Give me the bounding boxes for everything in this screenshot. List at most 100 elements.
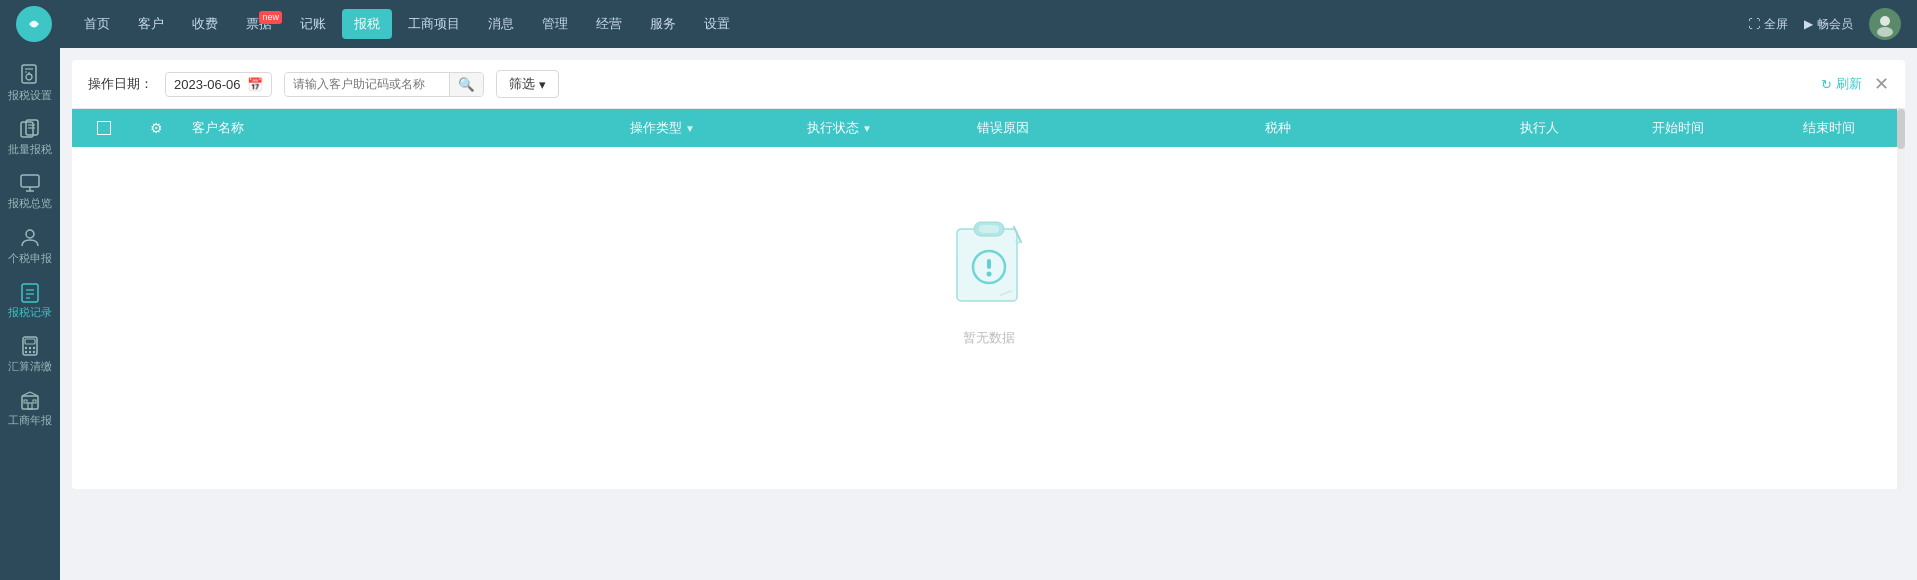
nav-item-customer[interactable]: 客户 <box>126 9 176 39</box>
sidebar-item-tax-record[interactable]: 报税记录 <box>0 273 60 327</box>
svg-point-5 <box>26 74 32 80</box>
th-checkbox <box>72 109 136 147</box>
nav-items: 首页客户收费票据new记账报税工商项目消息管理经营服务设置 <box>72 9 1748 39</box>
data-table: ⚙ 客户名称 操作类型 ▼ 执行状态 ▼ <box>72 109 1905 147</box>
nav-item-manage[interactable]: 管理 <box>530 9 580 39</box>
empty-text: 暂无数据 <box>963 329 1015 347</box>
scrollbar-track[interactable] <box>1897 109 1905 489</box>
filter-button[interactable]: 筛选 ▾ <box>496 70 559 98</box>
sidebar-icon-tax-record <box>19 281 41 303</box>
sort-icon: ▼ <box>685 123 695 134</box>
sidebar-item-tax-settings[interactable]: 报税设置 <box>0 56 60 110</box>
sidebar-item-tax-overview[interactable]: 报税总览 <box>0 164 60 218</box>
nav-item-operation[interactable]: 经营 <box>584 9 634 39</box>
search-input[interactable] <box>285 73 449 95</box>
svg-point-26 <box>25 351 27 353</box>
th-end-time-label: 结束时间 <box>1803 120 1855 135</box>
svg-rect-17 <box>22 284 38 302</box>
sidebar-icon-settlement <box>19 335 41 357</box>
fullscreen-button[interactable]: ⛶ 全屏 <box>1748 16 1788 33</box>
th-start-time: 开始时间 <box>1602 109 1753 147</box>
sidebar-item-annual-report[interactable]: 工商年报 <box>0 381 60 435</box>
member-button[interactable]: ▶ 畅会员 <box>1804 16 1853 33</box>
sidebar-label-batch-tax: 批量报税 <box>8 143 52 156</box>
top-navigation: 首页客户收费票据new记账报税工商项目消息管理经营服务设置 ⛶ 全屏 ▶ 畅会员 <box>0 0 1917 48</box>
th-executor: 执行人 <box>1477 109 1602 147</box>
nav-item-collection[interactable]: 收费 <box>180 9 230 39</box>
sidebar-label-tax-record: 报税记录 <box>8 306 52 319</box>
th-error-reason: 错误原因 <box>928 109 1079 147</box>
svg-point-16 <box>26 230 34 238</box>
th-tax-type: 税种 <box>1079 109 1477 147</box>
column-settings-icon[interactable]: ⚙ <box>150 120 163 136</box>
user-avatar[interactable] <box>1869 8 1901 40</box>
search-button[interactable]: 🔍 <box>449 73 483 96</box>
table-header-row: ⚙ 客户名称 操作类型 ▼ 执行状态 ▼ <box>72 109 1905 147</box>
sidebar-item-settlement[interactable]: 汇算清缴 <box>0 327 60 381</box>
close-button[interactable]: ✕ <box>1874 73 1889 95</box>
sidebar-label-annual-report: 工商年报 <box>8 414 52 427</box>
sidebar-icon-tax-settings <box>19 64 41 86</box>
svg-rect-22 <box>25 339 35 344</box>
select-all-checkbox[interactable] <box>97 121 111 135</box>
main-content: 操作日期： 2023-06-06 📅 🔍 筛选 ▾ ↻ 刷新 ✕ <box>60 48 1917 580</box>
sidebar-label-tax-overview: 报税总览 <box>8 197 52 210</box>
svg-point-28 <box>33 351 35 353</box>
nav-item-bookkeeping[interactable]: 记账 <box>288 9 338 39</box>
nav-item-service[interactable]: 服务 <box>638 9 688 39</box>
sort-icon-2: ▼ <box>862 123 872 134</box>
svg-point-2 <box>1880 16 1890 26</box>
calendar-icon: 📅 <box>247 77 263 92</box>
table-wrapper: ⚙ 客户名称 操作类型 ▼ 执行状态 ▼ <box>72 109 1905 489</box>
nav-item-tax[interactable]: 报税 <box>342 9 392 39</box>
th-executor-label: 执行人 <box>1520 120 1559 135</box>
search-box: 🔍 <box>284 72 484 97</box>
svg-point-3 <box>1877 27 1893 37</box>
app-logo <box>16 6 52 42</box>
nav-item-business[interactable]: 工商项目 <box>396 9 472 39</box>
nav-item-home[interactable]: 首页 <box>72 9 122 39</box>
date-input[interactable]: 2023-06-06 📅 <box>165 72 272 97</box>
th-customer-name-label: 客户名称 <box>192 120 244 135</box>
nav-right: ⛶ 全屏 ▶ 畅会员 <box>1748 8 1901 40</box>
refresh-label: 刷新 <box>1836 75 1862 93</box>
svg-rect-34 <box>33 400 36 403</box>
sidebar-icon-batch-tax <box>19 118 41 140</box>
th-exec-status: 执行状态 ▼ <box>751 109 928 147</box>
date-value: 2023-06-06 <box>174 77 241 92</box>
filter-label: 筛选 <box>509 75 535 93</box>
svg-point-24 <box>29 347 31 349</box>
sidebar-icon-annual-report <box>19 389 41 411</box>
nav-item-invoice[interactable]: 票据new <box>234 9 284 39</box>
sidebar-label-settlement: 汇算清缴 <box>8 360 52 373</box>
sidebar: 报税设置 批量报税 报税总览 个税申报 报税记录 汇算清缴 工商年报 <box>0 48 60 580</box>
refresh-button[interactable]: ↻ 刷新 <box>1821 75 1862 93</box>
th-error-reason-label: 错误原因 <box>977 120 1029 135</box>
chevron-down-icon: ▾ <box>539 77 546 92</box>
svg-point-40 <box>986 272 991 277</box>
nav-item-settings[interactable]: 设置 <box>692 9 742 39</box>
nav-badge-invoice: new <box>259 11 282 24</box>
svg-rect-13 <box>21 175 39 187</box>
empty-state: 暂无数据 <box>72 147 1905 427</box>
nav-item-message[interactable]: 消息 <box>476 9 526 39</box>
toolbar: 操作日期： 2023-06-06 📅 🔍 筛选 ▾ ↻ 刷新 ✕ <box>72 60 1905 109</box>
sidebar-item-batch-tax[interactable]: 批量报税 <box>0 110 60 164</box>
svg-rect-32 <box>28 403 32 409</box>
refresh-icon: ↻ <box>1821 77 1832 92</box>
th-tax-type-label: 税种 <box>1265 120 1291 135</box>
svg-rect-37 <box>979 225 999 233</box>
svg-point-23 <box>25 347 27 349</box>
empty-illustration <box>939 207 1039 317</box>
sidebar-icon-tax-overview <box>19 172 41 194</box>
th-end-time: 结束时间 <box>1754 109 1905 147</box>
th-operation-type: 操作类型 ▼ <box>574 109 751 147</box>
sidebar-item-personal-tax[interactable]: 个税申报 <box>0 219 60 273</box>
scrollbar-thumb[interactable] <box>1897 109 1905 149</box>
th-settings: ⚙ <box>136 109 176 147</box>
th-operation-type-label: 操作类型 ▼ <box>630 119 695 137</box>
svg-point-27 <box>29 351 31 353</box>
svg-rect-33 <box>24 400 27 403</box>
toolbar-right: ↻ 刷新 ✕ <box>1821 73 1889 95</box>
th-customer-name: 客户名称 <box>176 109 574 147</box>
